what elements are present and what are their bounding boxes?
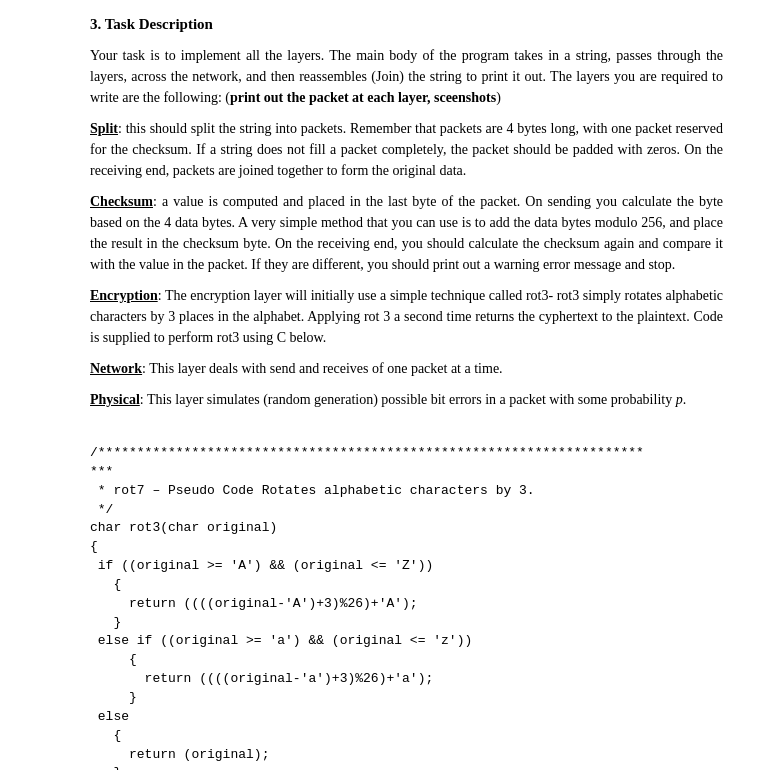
network-text: : This layer deals with send and receive…: [142, 361, 503, 376]
network-paragraph: Network: This layer deals with send and …: [90, 358, 723, 379]
physical-paragraph: Physical: This layer simulates (random g…: [90, 389, 723, 410]
encryption-label: Encryption: [90, 288, 158, 303]
network-label: Network: [90, 361, 142, 376]
encryption-text: : The encryption layer will initially us…: [90, 288, 723, 345]
spacer: [90, 420, 723, 430]
probability-p: p: [676, 392, 683, 407]
code-block: /***************************************…: [90, 444, 723, 770]
bold-note: print out the packet at each layer, scee…: [230, 90, 496, 105]
intro-paragraph: Your task is to implement all the layers…: [90, 45, 723, 108]
split-text: : this should split the string into pack…: [90, 121, 723, 178]
split-paragraph: Split: this should split the string into…: [90, 118, 723, 181]
checksum-text: : a value is computed and placed in the …: [90, 194, 723, 272]
physical-label: Physical: [90, 392, 140, 407]
intro-text: Your task is to implement all the layers…: [90, 48, 723, 105]
section-title: 3. Task Description: [90, 16, 723, 33]
checksum-paragraph: Checksum: a value is computed and placed…: [90, 191, 723, 275]
physical-text: : This layer simulates (random generatio…: [140, 392, 686, 407]
split-label: Split: [90, 121, 118, 136]
checksum-label: Checksum: [90, 194, 153, 209]
encryption-paragraph: Encryption: The encryption layer will in…: [90, 285, 723, 348]
